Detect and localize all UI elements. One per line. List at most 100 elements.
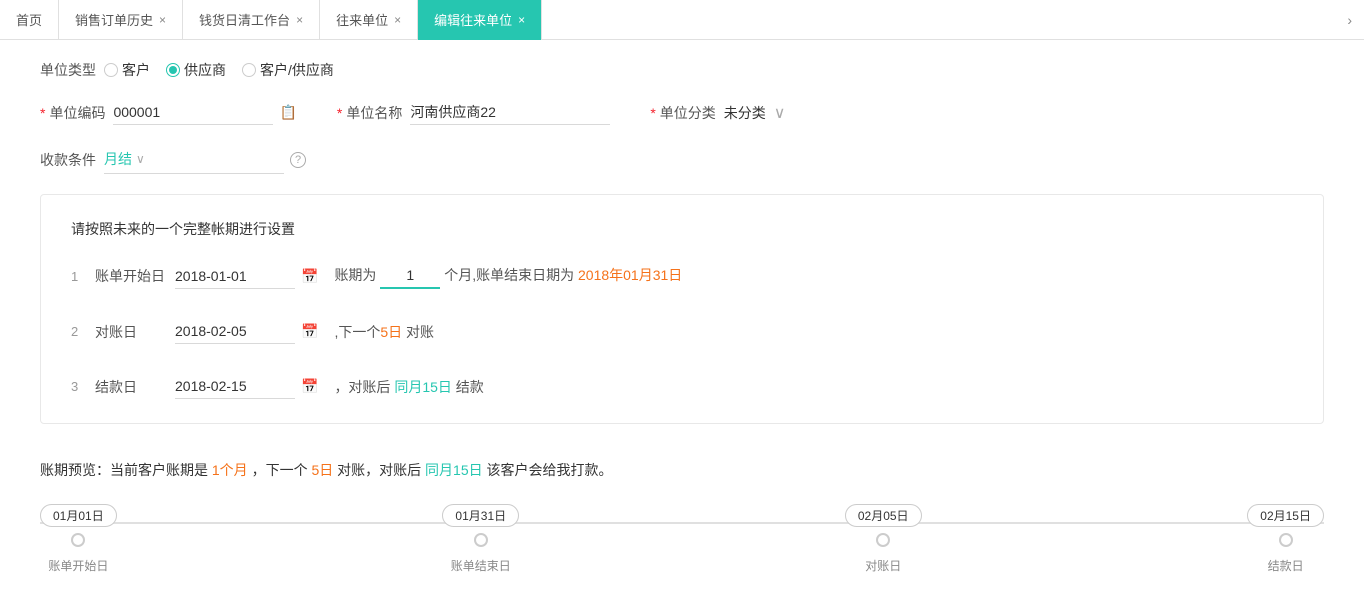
radio-both[interactable]: 客户/供应商: [242, 60, 334, 80]
radio-both-label: 客户/供应商: [260, 60, 334, 80]
unit-category-label: 单位分类: [660, 103, 716, 123]
payment-terms-select[interactable]: 月结 ∨: [104, 145, 284, 174]
unit-code-field: * 单位编码 📋: [40, 100, 297, 125]
period-desc-3: ，对账后 同月15日 结款: [334, 377, 483, 397]
unit-type-label: 单位类型: [40, 60, 96, 80]
unit-name-label: 单位名称: [346, 103, 402, 123]
timeline-point-1: 01月31日 账单结束日: [442, 504, 519, 574]
period-desc-2-prefix: ,下一个: [334, 324, 380, 340]
period-num-3: 3: [71, 379, 95, 394]
unit-type-radio-group: 客户 供应商 客户/供应商: [104, 60, 334, 80]
period-desc-1: 账期为 个月,账单结束日期为 2018年01月31日: [334, 263, 682, 289]
tab-edit-counterpart[interactable]: 编辑往来单位 ×: [418, 0, 542, 40]
timeline-label-0: 账单开始日: [48, 557, 108, 574]
payment-terms-value: 月结: [104, 149, 132, 169]
period-label-3: 结款日: [95, 377, 175, 397]
period-date-2[interactable]: [175, 319, 295, 344]
period-payment-highlight: 同月15日: [394, 379, 452, 395]
tab-bar: 首页 销售订单历史 × 钱货日清工作台 × 往来单位 × 编辑往来单位 × ›: [0, 0, 1364, 40]
preview-part1: 1个月: [212, 462, 248, 478]
unit-info-row: * 单位编码 📋 * 单位名称 * 单位分类 未分类 ∨: [40, 100, 1324, 125]
preview-sep1: ，下一个: [252, 462, 308, 478]
preview-label: 账期预览：当前客户账期是: [40, 462, 208, 478]
period-num-2: 2: [71, 324, 95, 339]
period-label-1: 账单开始日: [95, 266, 175, 286]
timeline-dot-1: [474, 533, 488, 547]
tab-edit-label: 编辑往来单位: [434, 10, 512, 29]
timeline-label-1: 账单结束日: [451, 557, 511, 574]
preview-sep2: 对账，对账后: [337, 462, 421, 478]
timeline-dot-2: [876, 533, 890, 547]
period-calendar-3-icon[interactable]: 📅: [301, 378, 318, 395]
preview-text: 账期预览：当前客户账期是 1个月 ，下一个 5日 对账，对账后 同月15日 该客…: [40, 460, 1324, 480]
unit-type-row: 单位类型 客户 供应商 客户/供应商: [40, 60, 1324, 80]
tab-sales-close-icon[interactable]: ×: [159, 13, 166, 27]
radio-customer[interactable]: 客户: [104, 60, 150, 80]
radio-supplier[interactable]: 供应商: [166, 60, 226, 80]
timeline-point-3: 02月15日 结款日: [1247, 504, 1324, 574]
period-row-2: 2 对账日 📅 ,下一个5日 对账: [71, 319, 1293, 344]
preview-part2: 5日: [311, 462, 333, 478]
unit-name-field: * 单位名称: [337, 100, 610, 125]
tab-counterpart-label: 往来单位: [336, 10, 388, 29]
unit-category-arrow-icon: ∨: [774, 103, 786, 123]
tab-home-label: 首页: [16, 10, 42, 29]
tab-home[interactable]: 首页: [0, 0, 59, 40]
tab-edit-close-icon[interactable]: ×: [518, 13, 525, 27]
payment-terms-help-icon[interactable]: ?: [290, 152, 306, 168]
tab-cash-work[interactable]: 钱货日清工作台 ×: [183, 0, 320, 40]
tab-cash-close-icon[interactable]: ×: [296, 13, 303, 27]
tab-sales-order-history[interactable]: 销售订单历史 ×: [59, 0, 183, 40]
timeline-badge-2: 02月05日: [845, 504, 922, 527]
tab-cash-label: 钱货日清工作台: [199, 10, 290, 29]
period-num-1: 1: [71, 269, 95, 284]
radio-supplier-circle: [166, 63, 180, 77]
tab-counterpart-close-icon[interactable]: ×: [394, 13, 401, 27]
tab-counterpart[interactable]: 往来单位 ×: [320, 0, 418, 40]
unit-category-value: 未分类: [724, 103, 766, 123]
period-calendar-2-icon[interactable]: 📅: [301, 323, 318, 340]
radio-customer-circle: [104, 63, 118, 77]
radio-customer-label: 客户: [122, 60, 150, 80]
timeline-dot-0: [71, 533, 85, 547]
timeline-label-2: 对账日: [865, 557, 901, 574]
radio-both-circle: [242, 63, 256, 77]
radio-supplier-label: 供应商: [184, 60, 226, 80]
period-desc-1-suffix: 个月,账单结束日期为: [444, 267, 574, 283]
timeline-points: 01月01日 账单开始日 01月31日 账单结束日 02月05日 对账日 02月…: [40, 504, 1324, 574]
unit-category-field: * 单位分类 未分类 ∨: [650, 103, 785, 123]
timeline-point-2: 02月05日 对账日: [845, 504, 922, 574]
payment-terms-label: 收款条件: [40, 150, 96, 170]
period-desc-3-suffix: 结款: [452, 379, 484, 395]
tab-arrow-icon[interactable]: ›: [1335, 12, 1364, 28]
period-end-date-highlight: 2018年01月31日: [578, 267, 682, 283]
main-content: 单位类型 客户 供应商 客户/供应商 * 单位编码: [0, 40, 1364, 608]
unit-name-star: *: [337, 105, 342, 121]
period-date-3[interactable]: [175, 374, 295, 399]
unit-code-input[interactable]: [113, 100, 273, 125]
payment-terms-row: 收款条件 月结 ∨ ?: [40, 145, 1324, 174]
period-desc-2: ,下一个5日 对账: [334, 322, 434, 342]
period-date-1[interactable]: [175, 264, 295, 289]
period-calendar-1-icon[interactable]: 📅: [301, 268, 318, 285]
timeline-badge-3: 02月15日: [1247, 504, 1324, 527]
unit-code-copy-icon[interactable]: 📋: [279, 104, 296, 121]
preview-part3: 同月15日: [425, 462, 483, 478]
unit-code-label: 单位编码: [49, 103, 105, 123]
preview-section: 账期预览：当前客户账期是 1个月 ，下一个 5日 对账，对账后 同月15日 该客…: [40, 444, 1324, 574]
timeline-dot-3: [1279, 533, 1293, 547]
period-label-2: 对账日: [95, 322, 175, 342]
period-desc-1-prefix: 账期为: [334, 267, 376, 283]
timeline-badge-0: 01月01日: [40, 504, 117, 527]
unit-name-input[interactable]: [410, 100, 610, 125]
preview-sep3: 该客户会给我打款。: [487, 462, 613, 478]
period-reconcile-highlight: 5日: [380, 324, 402, 340]
timeline-badge-1: 01月31日: [442, 504, 519, 527]
period-months-input[interactable]: [380, 263, 440, 289]
unit-category-select[interactable]: 未分类 ∨: [724, 103, 786, 123]
period-box: 请按照未来的一个完整帐期进行设置 1 账单开始日 📅 账期为 个月,账单结束日期…: [40, 194, 1324, 424]
unit-type-field: 单位类型 客户 供应商 客户/供应商: [40, 60, 334, 80]
payment-terms-arrow-icon: ∨: [136, 152, 145, 166]
timeline-label-3: 结款日: [1268, 557, 1304, 574]
tab-sales-label: 销售订单历史: [75, 10, 153, 29]
